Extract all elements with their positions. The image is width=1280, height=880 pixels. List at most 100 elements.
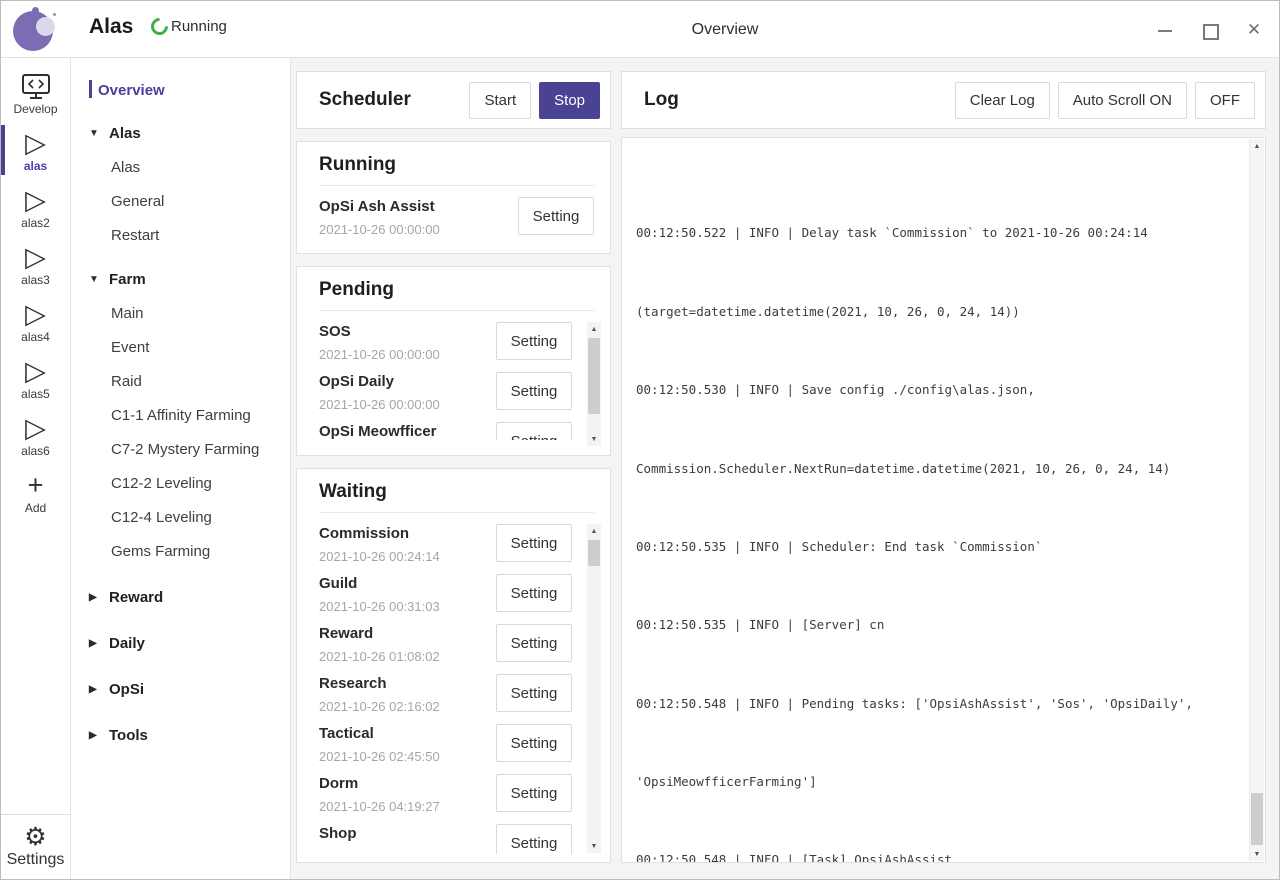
close-icon[interactable]: ✕	[1245, 22, 1263, 38]
task-setting-button[interactable]: Setting	[496, 422, 572, 440]
pending-panel: Pending SOS 2021-10-26 00:00:00 Setting	[296, 266, 611, 456]
task-setting-button[interactable]: Setting	[496, 674, 572, 712]
rail-item-alas[interactable]: ▷ alas	[1, 123, 70, 177]
scroll-down-icon[interactable]: ▼	[1250, 847, 1264, 861]
nav-item-c12-2-leveling[interactable]: C12-2 Leveling	[89, 466, 290, 500]
log-panel-header: Log Clear Log Auto Scroll ON OFF	[621, 71, 1266, 129]
task-name: OpSi Daily	[319, 372, 440, 391]
auto-scroll-off-button[interactable]: OFF	[1195, 82, 1255, 119]
app-title: Alas	[89, 15, 133, 39]
scroll-up-icon[interactable]: ▲	[1250, 139, 1264, 153]
nav-item-overview[interactable]: Overview	[89, 78, 290, 102]
pending-scrollbar[interactable]: ▲ ▼	[587, 322, 601, 446]
waiting-panel: Waiting Commission 2021-10-26 00:24:14 S…	[296, 468, 611, 863]
log-scrollbar[interactable]: ▲ ▼	[1249, 139, 1264, 861]
start-button[interactable]: Start	[469, 82, 531, 119]
rail-item-settings[interactable]: ⚙ Settings	[1, 814, 70, 879]
task-item: SOS 2021-10-26 00:00:00 Setting	[319, 322, 572, 372]
task-setting-button[interactable]: Setting	[496, 524, 572, 562]
rail-item-label: alas2	[21, 216, 50, 230]
nav-item-c1-1-affinity-farming[interactable]: C1-1 Affinity Farming	[89, 398, 290, 432]
rail-item-add[interactable]: + Add	[1, 465, 70, 519]
task-item: OpSi Meowfficer Farming Setting	[319, 422, 572, 440]
add-icon: +	[28, 470, 44, 500]
nav-section-tools[interactable]: ▶ Tools	[89, 718, 290, 752]
maximize-icon[interactable]	[1201, 22, 1217, 38]
rail-item-label: Develop	[13, 102, 57, 116]
scrollbar-thumb[interactable]	[588, 338, 600, 414]
scrollbar-thumb[interactable]	[588, 540, 600, 566]
log-line: 'OpsiMeowfficerFarming']	[636, 772, 1231, 792]
log-line: Commission.Scheduler.NextRun=datetime.da…	[636, 459, 1231, 479]
task-setting-button[interactable]: Setting	[496, 724, 572, 762]
waiting-scrollbar[interactable]: ▲ ▼	[587, 524, 601, 853]
rail-item-label: alas6	[21, 444, 50, 458]
task-setting-button[interactable]: Setting	[496, 322, 572, 360]
task-time: 2021-10-26 02:16:02	[319, 699, 440, 714]
rail-item-label: alas5	[21, 387, 50, 401]
rail-item-label: Add	[25, 501, 46, 515]
scrollbar-thumb[interactable]	[1251, 793, 1263, 845]
nav-item-event[interactable]: Event	[89, 330, 290, 364]
nav-section-farm[interactable]: ▼ Farm	[89, 262, 290, 296]
nav-section-alas[interactable]: ▼ Alas	[89, 116, 290, 150]
scroll-up-icon[interactable]: ▲	[587, 322, 601, 336]
waiting-list[interactable]: Commission 2021-10-26 00:24:14 Setting G…	[319, 524, 572, 854]
nav-section-opsi[interactable]: ▶ OpSi	[89, 672, 290, 706]
log-panel[interactable]: 00:12:50.522 | INFO | Delay task `Commis…	[621, 137, 1266, 863]
task-setting-button[interactable]: Setting	[496, 624, 572, 662]
task-item: Dorm 2021-10-26 04:19:27 Setting	[319, 774, 572, 824]
nav-item-raid[interactable]: Raid	[89, 364, 290, 398]
clear-log-button[interactable]: Clear Log	[955, 82, 1050, 119]
task-item: OpSi Daily 2021-10-26 00:00:00 Setting	[319, 372, 572, 422]
task-time: 2021-10-26 00:00:00	[319, 347, 440, 362]
scheduler-panel: Scheduler Start Stop	[296, 71, 611, 129]
minimize-icon[interactable]	[1157, 22, 1173, 38]
task-setting-button[interactable]: Setting	[496, 824, 572, 854]
log-line: 00:12:50.535 | INFO | Scheduler: End tas…	[636, 537, 1231, 557]
scroll-down-icon[interactable]: ▼	[587, 839, 601, 853]
instance-rail: Develop ▷ alas ▷ alas2 ▷ alas3 ▷ alas4 ▷…	[1, 58, 71, 879]
task-setting-button[interactable]: Setting	[496, 774, 572, 812]
chevron-right-icon: ▶	[89, 684, 99, 695]
rail-item-develop[interactable]: Develop	[1, 68, 70, 120]
nav-item-c7-2-mystery-farming[interactable]: C7-2 Mystery Farming	[89, 432, 290, 466]
rail-item-alas2[interactable]: ▷ alas2	[1, 180, 70, 234]
task-item: Shop Setting	[319, 824, 572, 854]
running-panel: Running OpSi Ash Assist 2021-10-26 00:00…	[296, 141, 611, 254]
task-name: OpSi Ash Assist	[319, 197, 440, 216]
nav-item-gems-farming[interactable]: Gems Farming	[89, 534, 290, 568]
scheduler-title: Scheduler	[319, 89, 469, 111]
rail-item-alas4[interactable]: ▷ alas4	[1, 294, 70, 348]
pending-list[interactable]: SOS 2021-10-26 00:00:00 Setting OpSi Dai…	[319, 322, 572, 440]
nav-item-restart[interactable]: Restart	[89, 218, 290, 252]
chevron-right-icon: ▶	[89, 638, 99, 649]
task-setting-button[interactable]: Setting	[496, 372, 572, 410]
nav-item-main[interactable]: Main	[89, 296, 290, 330]
scheduler-status: Running	[151, 18, 227, 35]
task-item: Guild 2021-10-26 00:31:03 Setting	[319, 574, 572, 624]
scroll-up-icon[interactable]: ▲	[587, 524, 601, 538]
rail-item-label: alas4	[21, 330, 50, 344]
nav-panel: Overview ▼ Alas Alas General Restart ▼ F…	[71, 58, 291, 879]
chevron-right-icon: ▶	[89, 730, 99, 741]
play-icon: ▷	[25, 185, 46, 215]
nav-section-daily[interactable]: ▶ Daily	[89, 626, 290, 660]
scroll-down-icon[interactable]: ▼	[587, 432, 601, 446]
rail-item-alas6[interactable]: ▷ alas6	[1, 408, 70, 462]
task-item: Commission 2021-10-26 00:24:14 Setting	[319, 524, 572, 574]
task-name: Dorm	[319, 774, 440, 793]
nav-item-alas[interactable]: Alas	[89, 150, 290, 184]
nav-item-general[interactable]: General	[89, 184, 290, 218]
rail-item-alas3[interactable]: ▷ alas3	[1, 237, 70, 291]
nav-section-label: Reward	[109, 589, 163, 606]
nav-section-reward[interactable]: ▶ Reward	[89, 580, 290, 614]
rail-item-alas5[interactable]: ▷ alas5	[1, 351, 70, 405]
auto-scroll-on-button[interactable]: Auto Scroll ON	[1058, 82, 1187, 119]
play-icon: ▷	[25, 299, 46, 329]
log-output: 00:12:50.522 | INFO | Delay task `Commis…	[636, 145, 1231, 863]
nav-item-c12-4-leveling[interactable]: C12-4 Leveling	[89, 500, 290, 534]
task-setting-button[interactable]: Setting	[496, 574, 572, 612]
task-setting-button[interactable]: Setting	[518, 197, 594, 235]
stop-button[interactable]: Stop	[539, 82, 600, 119]
